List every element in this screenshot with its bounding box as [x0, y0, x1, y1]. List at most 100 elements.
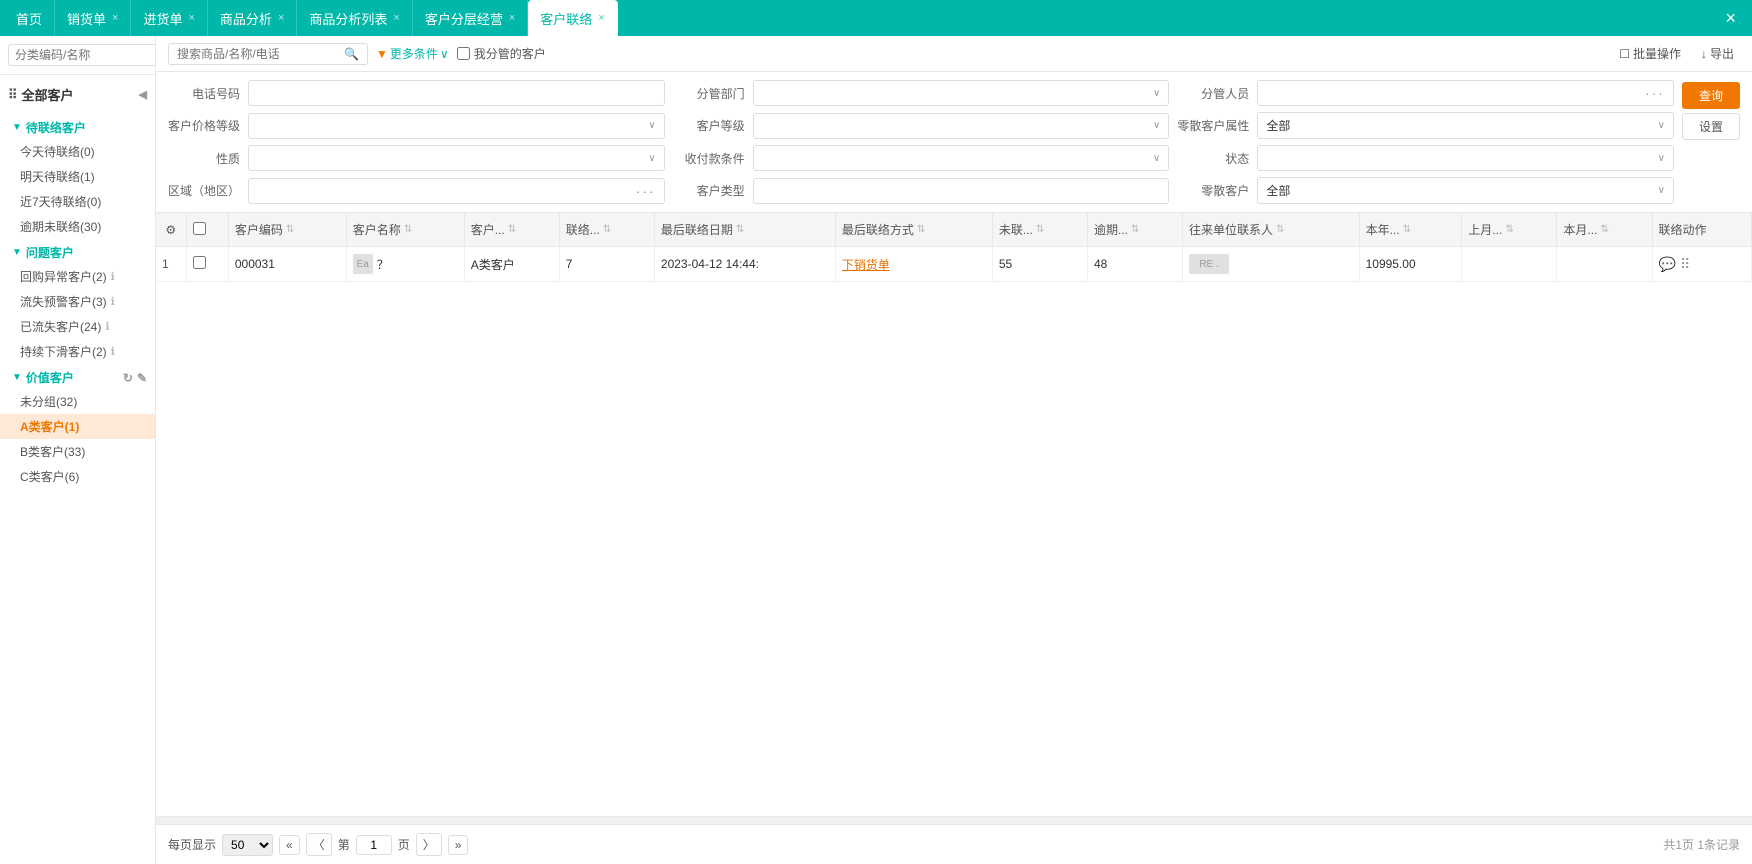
sidebar-item-declining[interactable]: 持续下滑客户(2) ℹ: [0, 339, 155, 364]
th-this-month[interactable]: 本月... ⇅: [1557, 213, 1652, 247]
th-type[interactable]: 客户... ⇅: [464, 213, 559, 247]
close-customer-mgmt-tab[interactable]: ×: [509, 12, 515, 24]
filter-search-icon[interactable]: 🔍: [344, 47, 359, 61]
batch-icon: ☐: [1619, 47, 1630, 61]
close-goods-analysis-tab[interactable]: ×: [278, 12, 284, 24]
page-number-input[interactable]: [356, 835, 392, 855]
scatter-customer-label: 零散客户: [1177, 182, 1257, 199]
sidebar-item-a-class[interactable]: A类客户(1): [0, 414, 155, 439]
page-size-select[interactable]: 2050100: [222, 834, 273, 856]
phone-field: 电话号码: [168, 80, 665, 106]
sidebar-search-input[interactable]: [8, 44, 156, 66]
my-customers-checkbox[interactable]: 我分管的客户: [457, 45, 546, 62]
sidebar-group-value[interactable]: ▼ 价值客户 ↻ ✎: [0, 364, 155, 389]
td-checkbox[interactable]: [186, 247, 228, 282]
close-purchase-tab[interactable]: ×: [188, 12, 194, 24]
scatter-customer-field: 零散客户 全部∨: [1177, 177, 1674, 204]
th-last-method[interactable]: 最后联络方式 ⇅: [835, 213, 992, 247]
edit-icon[interactable]: ✎: [137, 371, 147, 385]
sidebar-group-problem[interactable]: ▼ 问题客户: [0, 239, 155, 264]
more-filter-btn[interactable]: ▼ 更多条件 ∨: [376, 45, 449, 62]
phone-input[interactable]: [248, 80, 665, 106]
refresh-icon[interactable]: ↻: [123, 371, 133, 385]
my-customers-check[interactable]: [457, 47, 470, 60]
scatter-customer-select[interactable]: 全部∨: [1257, 177, 1674, 204]
last-page-btn[interactable]: »: [448, 835, 469, 855]
customer-avatar: Ea: [353, 254, 373, 274]
close-customer-contact-tab[interactable]: ×: [598, 12, 604, 24]
grid-icon: ⠿: [8, 87, 18, 103]
th-this-year[interactable]: 本年... ⇅: [1359, 213, 1462, 247]
select-all-checkbox[interactable]: [193, 222, 206, 235]
form-action-buttons: 查询 设置: [1682, 80, 1740, 140]
status-select[interactable]: ∨: [1257, 145, 1674, 171]
sidebar-item-c-class[interactable]: C类客户(6): [0, 464, 155, 489]
message-icon[interactable]: 💬: [1659, 256, 1676, 273]
status-label: 状态: [1177, 150, 1257, 167]
sidebar-item-tomorrow[interactable]: 明天待联络(1): [0, 164, 155, 189]
th-name[interactable]: 客户名称 ⇅: [346, 213, 464, 247]
th-gear[interactable]: ⚙: [156, 213, 186, 247]
th-contact[interactable]: 联络... ⇅: [559, 213, 654, 247]
sidebar-item-ungrouped[interactable]: 未分组(32): [0, 389, 155, 414]
top-nav: 首页 销货单 × 进货单 × 商品分析 × 商品分析列表 × 客户分层经营 × …: [0, 0, 1752, 36]
customer-type-input[interactable]: [753, 178, 1170, 204]
nav-purchase[interactable]: 进货单 ×: [131, 0, 207, 36]
close-all-button[interactable]: ×: [1717, 8, 1744, 29]
customer-grade-select[interactable]: ∨: [753, 113, 1170, 139]
sidebar-item-overdue[interactable]: 逾期未联络(30): [0, 214, 155, 239]
sidebar-item-today[interactable]: 今天待联络(0): [0, 139, 155, 164]
prev-page-btn[interactable]: 〈: [306, 833, 332, 856]
filter-bar: 🔍 ▼ 更多条件 ∨ 我分管的客户 ☐ 批量操作 ↓ 导出: [156, 36, 1752, 72]
sidebar-item-churn-warning[interactable]: 流失预警客户(3) ℹ: [0, 289, 155, 314]
th-no-contact[interactable]: 未联... ⇅: [992, 213, 1087, 247]
dept-label: 分管部门: [673, 85, 753, 102]
th-last-date[interactable]: 最后联络日期 ⇅: [654, 213, 835, 247]
close-sales-tab[interactable]: ×: [112, 12, 118, 24]
nav-sales[interactable]: 销货单 ×: [55, 0, 131, 36]
nav-home[interactable]: 首页: [8, 0, 55, 36]
th-overdue[interactable]: 逾期... ⇅: [1087, 213, 1182, 247]
first-page-btn[interactable]: «: [279, 835, 300, 855]
filter-search-input[interactable]: [177, 47, 344, 61]
manager-select[interactable]: ···: [1257, 80, 1674, 106]
td-last-method[interactable]: 下销货单: [835, 247, 992, 282]
th-checkbox[interactable]: [186, 213, 228, 247]
manager-field: 分管人员 ···: [1177, 80, 1674, 106]
row-checkbox[interactable]: [193, 256, 206, 269]
sidebar-item-b-class[interactable]: B类客户(33): [0, 439, 155, 464]
td-last-date: 2023-04-12 14:44:: [654, 247, 835, 282]
sidebar-item-repurchase[interactable]: 回购异常客户(2) ℹ: [0, 264, 155, 289]
nav-goods-list[interactable]: 商品分析列表 ×: [297, 0, 412, 36]
region-select[interactable]: ···: [248, 178, 665, 204]
td-contact: 7: [559, 247, 654, 282]
td-row-actions: 💬 ⠿: [1652, 247, 1751, 282]
sort-code-icon: ⇅: [286, 224, 294, 235]
dept-select[interactable]: ∨: [753, 80, 1170, 106]
nav-goods-analysis[interactable]: 商品分析 ×: [208, 0, 297, 36]
filter-row-2: 客户价格等级 ∨ 客户等级 ∨ 零散客户属性: [168, 112, 1674, 139]
nav-customer-contact[interactable]: 客户联络 ×: [528, 0, 617, 36]
batch-op-btn[interactable]: ☐ 批量操作: [1613, 42, 1687, 65]
arrow-problem: ▼: [12, 247, 22, 258]
th-last-month[interactable]: 上月... ⇅: [1462, 213, 1557, 247]
sidebar-item-churned[interactable]: 已流失客户(24) ℹ: [0, 314, 155, 339]
all-customers-header[interactable]: ⠿ 全部客户 ◀: [0, 79, 155, 110]
query-button[interactable]: 查询: [1682, 82, 1740, 109]
th-unit-contact[interactable]: 往来单位联系人 ⇅: [1183, 213, 1360, 247]
next-page-btn[interactable]: 〉: [416, 833, 442, 856]
sidebar-group-pending[interactable]: ▼ 待联络客户: [0, 114, 155, 139]
th-code[interactable]: 客户编码 ⇅: [228, 213, 346, 247]
scatter-attr-select[interactable]: 全部∨: [1257, 112, 1674, 139]
more-action-icon[interactable]: ⠿: [1680, 256, 1690, 273]
main-layout: 🔍 ⠿ 全部客户 ◀ ▼ 待联络客户 今天待联络(0) 明天待联络(1) 近7天…: [0, 36, 1752, 864]
export-btn[interactable]: ↓ 导出: [1695, 42, 1740, 65]
horizontal-scrollbar[interactable]: [156, 816, 1752, 824]
price-grade-select[interactable]: ∨: [248, 113, 665, 139]
nature-select[interactable]: ∨: [248, 145, 665, 171]
setting-button[interactable]: 设置: [1682, 113, 1740, 140]
sidebar-item-7days[interactable]: 近7天待联络(0): [0, 189, 155, 214]
close-goods-list-tab[interactable]: ×: [393, 12, 399, 24]
nav-customer-mgmt[interactable]: 客户分层经营 ×: [413, 0, 528, 36]
payment-select[interactable]: ∨: [753, 145, 1170, 171]
